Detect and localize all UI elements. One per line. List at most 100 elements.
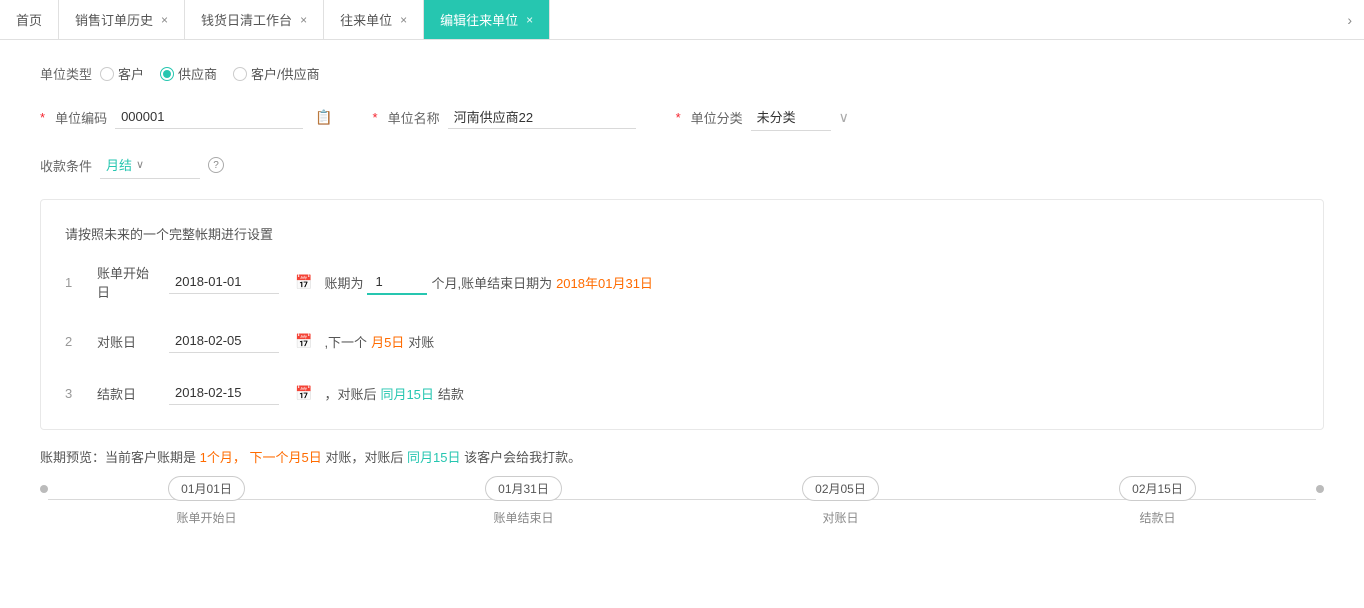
period-num-3: 3 <box>65 386 85 401</box>
radio-customer-label: 客户 <box>118 64 144 83</box>
payment-terms-chevron-icon: ∨ <box>136 158 144 171</box>
unit-category-field: * 单位分类 未分类 ∨ <box>676 103 849 131</box>
period-date-3: 2018-02-15 <box>169 381 279 405</box>
timeline-node-3: 02月05日 对账日 <box>802 476 879 501</box>
section-title: 请按照未来的一个完整帐期进行设置 <box>65 224 1299 243</box>
tab-arrow[interactable]: › <box>1335 12 1364 28</box>
timeline-node-1: 01月01日 账单开始日 <box>168 476 245 501</box>
tab-partner[interactable]: 往来单位 × <box>324 0 424 39</box>
preview-part4: 同月15日 <box>407 450 460 465</box>
period-cal-icon-1[interactable]: 📅 <box>295 274 312 291</box>
payment-terms-value: 月结 <box>106 155 132 174</box>
period-section: 请按照未来的一个完整帐期进行设置 1 账单开始日 2018-01-01 📅 账期… <box>40 199 1324 430</box>
close-sales-history-icon[interactable]: × <box>161 13 168 27</box>
tab-cash-workbench[interactable]: 钱货日清工作台 × <box>185 0 324 39</box>
timeline-node-4: 02月15日 结款日 <box>1119 476 1196 501</box>
unit-name-star: * <box>373 110 378 125</box>
timeline-line: 01月01日 账单开始日 01月31日 账单结束日 02月05日 对账日 02月… <box>48 499 1316 500</box>
tab-edit-partner[interactable]: 编辑往来单位 × <box>424 0 550 39</box>
tab-partner-label: 往来单位 <box>340 10 392 29</box>
tab-home[interactable]: 首页 <box>0 0 59 39</box>
period-desc-suffix-3: 结款 <box>438 384 464 403</box>
radio-customer-circle <box>100 67 114 81</box>
period-month5-highlight: 月5日 <box>371 332 404 351</box>
unit-type-row: 单位类型 客户 供应商 客户/供应商 <box>40 64 1324 83</box>
radio-supplier-circle <box>160 67 174 81</box>
preview-text: 账期预览：当前客户账期是 1个月， 下一个月5日 对账，对账后 同月15日 该客… <box>40 446 1324 469</box>
payment-terms-row: 收款条件 月结 ∨ ? <box>40 151 1324 179</box>
preview-part2: 下一个月5日 <box>250 450 322 465</box>
unit-code-input[interactable] <box>115 105 303 129</box>
unit-name-label: 单位名称 <box>388 108 440 127</box>
period-desc-2: ,下一个 月5日 对账 <box>324 332 434 351</box>
unit-type-field: 单位类型 客户 供应商 客户/供应商 <box>40 64 320 83</box>
period-desc-1: 账期为 个月,账单结束日期为 2018年01月31日 <box>324 270 652 295</box>
unit-code-field: * 单位编码 📋 <box>40 105 333 129</box>
timeline-label-2: 账单结束日 <box>493 509 553 526</box>
timeline-label-4: 结款日 <box>1139 509 1175 526</box>
radio-supplier[interactable]: 供应商 <box>160 64 217 83</box>
unit-name-field: * 单位名称 <box>373 105 636 129</box>
period-desc-suffix-2: 对账 <box>408 332 434 351</box>
period-num-1: 1 <box>65 275 85 290</box>
period-cal-icon-3[interactable]: 📅 <box>295 385 312 402</box>
preview-label: 账期预览：当前客户账期是 <box>40 450 196 465</box>
radio-both-circle <box>233 67 247 81</box>
period-desc-prefix-2: ,下一个 <box>324 332 367 351</box>
unit-category-dropdown-icon[interactable]: ∨ <box>839 109 849 126</box>
timeline-container: 01月01日 账单开始日 01月31日 账单结束日 02月05日 对账日 02月… <box>40 489 1324 510</box>
timeline-badge-1: 01月01日 <box>168 476 245 501</box>
payment-terms-field: 收款条件 月结 ∨ ? <box>40 151 224 179</box>
unit-name-input[interactable] <box>448 105 636 129</box>
payment-terms-select[interactable]: 月结 ∨ <box>100 151 200 179</box>
tab-sales-history[interactable]: 销售订单历史 × <box>59 0 185 39</box>
unit-info-row: * 单位编码 📋 * 单位名称 * 单位分类 未分类 ∨ <box>40 103 1324 131</box>
timeline-right-dot <box>1316 485 1324 493</box>
help-icon[interactable]: ? <box>208 157 224 173</box>
period-date-2: 2018-02-05 <box>169 329 279 353</box>
radio-both-label: 客户/供应商 <box>251 64 320 83</box>
timeline: 01月01日 账单开始日 01月31日 账单结束日 02月05日 对账日 02月… <box>40 499 1324 500</box>
tab-bar: 首页 销售订单历史 × 钱货日清工作台 × 往来单位 × 编辑往来单位 × › <box>0 0 1364 40</box>
preview-part3: 对账，对账后 <box>325 450 403 465</box>
unit-code-copy-icon[interactable]: 📋 <box>315 109 332 126</box>
timeline-label-1: 账单开始日 <box>176 509 236 526</box>
period-row-3: 3 结款日 2018-02-15 📅 ，对账后 同月15日 结款 <box>65 381 1299 405</box>
tab-edit-partner-label: 编辑往来单位 <box>440 10 518 29</box>
period-date-1: 2018-01-01 <box>169 270 279 294</box>
tab-cash-workbench-label: 钱货日清工作台 <box>201 10 292 29</box>
period-desc-prefix-1: 账期为 <box>324 273 363 292</box>
period-row-2: 2 对账日 2018-02-05 📅 ,下一个 月5日 对账 <box>65 329 1299 353</box>
period-label-1: 账单开始日 <box>97 263 157 301</box>
timeline-left-dot <box>40 485 48 493</box>
main-content: 单位类型 客户 供应商 客户/供应商 * 单位编码 <box>0 40 1364 608</box>
period-desc-prefix-3: ，对账后 <box>324 384 376 403</box>
preview-part1: 1个月， <box>200 450 246 465</box>
unit-category-value: 未分类 <box>751 103 831 131</box>
tab-sales-history-label: 销售订单历史 <box>75 10 153 29</box>
period-num-2: 2 <box>65 334 85 349</box>
radio-customer[interactable]: 客户 <box>100 64 144 83</box>
period-months-input[interactable] <box>367 270 427 295</box>
period-desc-suffix-1: 个月,账单结束日期为 <box>431 273 552 292</box>
unit-type-label: 单位类型 <box>40 64 92 83</box>
unit-code-star: * <box>40 110 45 125</box>
timeline-label-3: 对账日 <box>822 509 858 526</box>
close-cash-workbench-icon[interactable]: × <box>300 13 307 27</box>
period-cal-icon-2[interactable]: 📅 <box>295 333 312 350</box>
unit-code-label: 单位编码 <box>55 108 107 127</box>
radio-supplier-label: 供应商 <box>178 64 217 83</box>
period-label-3: 结款日 <box>97 384 157 403</box>
close-partner-icon[interactable]: × <box>400 13 407 27</box>
timeline-badge-4: 02月15日 <box>1119 476 1196 501</box>
unit-category-label: 单位分类 <box>691 108 743 127</box>
timeline-badge-2: 01月31日 <box>485 476 562 501</box>
period-label-2: 对账日 <box>97 332 157 351</box>
unit-category-star: * <box>676 110 681 125</box>
preview-part5: 该客户会给我打款。 <box>464 450 581 465</box>
close-edit-partner-icon[interactable]: × <box>526 13 533 27</box>
timeline-badge-3: 02月05日 <box>802 476 879 501</box>
radio-both[interactable]: 客户/供应商 <box>233 64 320 83</box>
period-desc-3: ，对账后 同月15日 结款 <box>324 384 464 403</box>
tab-home-label: 首页 <box>16 10 42 29</box>
